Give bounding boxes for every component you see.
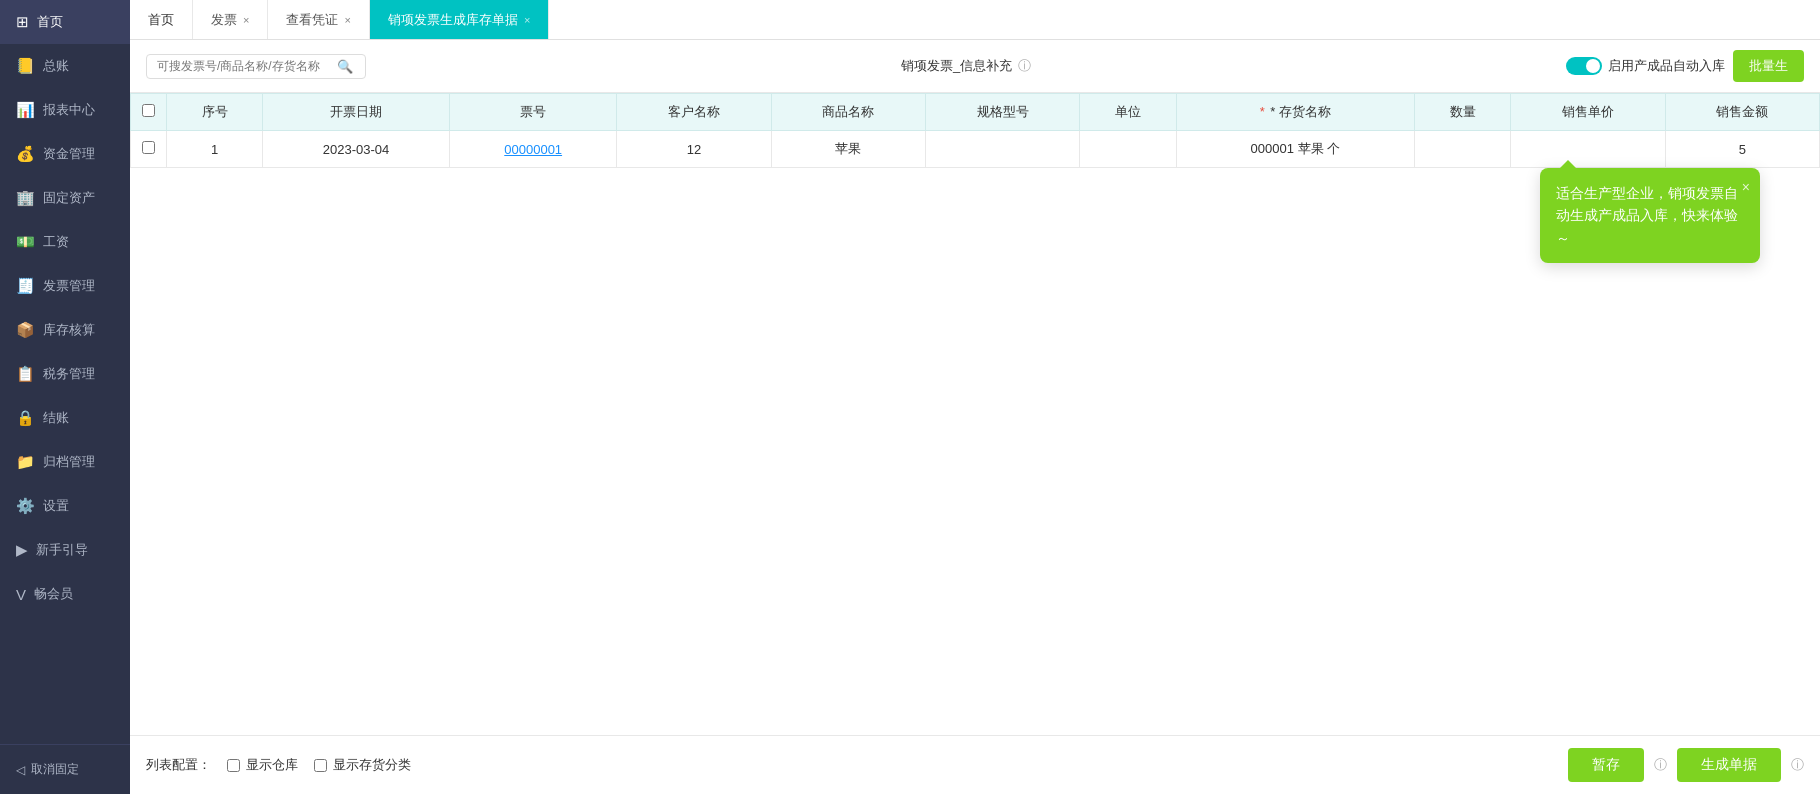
save-button[interactable]: 暂存 [1568,748,1644,782]
main-area: 首页 发票 × 查看凭证 × 销项发票生成库存单据 × 🔍 销项发票_信息补充 … [130,0,1820,794]
sidebar-item-invoice[interactable]: 🧾 发票管理 [0,264,130,308]
col-seq: 序号 [167,94,263,131]
tax-icon: 📋 [16,365,35,383]
tab-home[interactable]: 首页 [130,0,193,39]
show-warehouse-checkbox[interactable] [227,759,240,772]
home-icon: ⊞ [16,13,29,31]
sidebar-item-ledger[interactable]: 📒 总账 [0,44,130,88]
sidebar-item-capital[interactable]: 💰 资金管理 [0,132,130,176]
settings-icon: ⚙️ [16,497,35,515]
auto-warehouse-toggle[interactable] [1566,57,1602,75]
ledger-icon: 📒 [16,57,35,75]
show-category-label: 显示存货分类 [333,756,411,774]
toolbar-center: 销项发票_信息补充 ⓘ [376,57,1556,75]
row-spec [926,131,1080,168]
batch-button[interactable]: 批量生 [1733,50,1804,82]
row-amount: 5 [1665,131,1819,168]
sidebar-item-inventory[interactable]: 📦 库存核算 [0,308,130,352]
table-header-row: 序号 开票日期 票号 客户名称 商品名称 规格型号 单位 * * 存货名称 数量… [131,94,1820,131]
show-category-checkbox[interactable] [314,759,327,772]
sidebar-item-closing[interactable]: 🔒 结账 [0,396,130,440]
col-customer: 客户名称 [617,94,771,131]
col-price: 销售单价 [1511,94,1665,131]
capital-icon: 💰 [16,145,35,163]
list-config-label: 列表配置： [146,756,211,774]
col-goods: 商品名称 [771,94,925,131]
select-all-checkbox[interactable] [142,104,155,117]
toolbar: 🔍 销项发票_信息补充 ⓘ 启用产成品自动入库 批量生 [130,40,1820,93]
sidebar-item-tax[interactable]: 📋 税务管理 [0,352,130,396]
col-stock: * * 存货名称 [1176,94,1414,131]
header-title: 销项发票_信息补充 [901,57,1012,75]
bottom-bar: 列表配置： 显示仓库 显示存货分类 暂存 ⓘ 生成单据 ⓘ [130,735,1820,794]
tooltip-text: 适合生产型企业，销项发票自动生成产成品入库，快来体验～ [1556,185,1738,246]
col-spec: 规格型号 [926,94,1080,131]
payroll-icon: 💵 [16,233,35,251]
guide-icon: ▶ [16,541,28,559]
row-date: 2023-03-04 [263,131,450,168]
row-select-checkbox[interactable] [142,141,155,154]
data-table: 序号 开票日期 票号 客户名称 商品名称 规格型号 单位 * * 存货名称 数量… [130,93,1820,168]
tab-invoice[interactable]: 发票 × [193,0,268,39]
tab-stock-form-close[interactable]: × [524,14,530,26]
generate-help-icon[interactable]: ⓘ [1791,756,1804,774]
show-category-check[interactable]: 显示存货分类 [314,756,411,774]
sidebar: ⊞ 首页 📒 总账 📊 报表中心 💰 资金管理 🏢 固定资产 💵 工资 🧾 发票… [0,0,130,794]
closing-icon: 🔒 [16,409,35,427]
col-amount: 销售金额 [1665,94,1819,131]
sidebar-item-guide[interactable]: ▶ 新手引导 [0,528,130,572]
sidebar-item-settings[interactable]: ⚙️ 设置 [0,484,130,528]
row-price[interactable] [1511,131,1665,168]
bottom-actions: 暂存 ⓘ 生成单据 ⓘ [1568,748,1804,782]
col-unit: 单位 [1080,94,1176,131]
sidebar-item-member[interactable]: V 畅会员 [0,572,130,616]
toggle-wrap: 启用产成品自动入库 [1566,57,1725,75]
report-icon: 📊 [16,101,35,119]
tab-stock-form[interactable]: 销项发票生成库存单据 × [370,0,549,39]
tab-voucher[interactable]: 查看凭证 × [268,0,369,39]
row-seq: 1 [167,131,263,168]
tab-bar: 首页 发票 × 查看凭证 × 销项发票生成库存单据 × [130,0,1820,40]
tab-invoice-close[interactable]: × [243,14,249,26]
generate-button[interactable]: 生成单据 [1677,748,1781,782]
search-icon: 🔍 [337,59,353,74]
tooltip-box: × 适合生产型企业，销项发票自动生成产成品入库，快来体验～ [1540,168,1760,263]
col-number: 票号 [449,94,616,131]
sidebar-item-payroll[interactable]: 💵 工资 [0,220,130,264]
col-qty: 数量 [1415,94,1511,131]
tooltip-close-button[interactable]: × [1742,176,1750,198]
sidebar-item-home[interactable]: ⊞ 首页 [0,0,130,44]
sidebar-item-assets[interactable]: 🏢 固定资产 [0,176,130,220]
row-number[interactable]: 00000001 [449,131,616,168]
pin-icon: ◁ [16,763,25,777]
save-help-icon[interactable]: ⓘ [1654,756,1667,774]
row-customer: 12 [617,131,771,168]
row-stock[interactable]: 000001 苹果 个 [1176,131,1414,168]
toggle-label: 启用产成品自动入库 [1608,57,1725,75]
sidebar-item-report[interactable]: 📊 报表中心 [0,88,130,132]
row-qty[interactable] [1415,131,1511,168]
pin-button[interactable]: ◁ 取消固定 [0,753,130,786]
member-icon: V [16,586,26,603]
show-warehouse-check[interactable]: 显示仓库 [227,756,298,774]
sidebar-item-archive[interactable]: 📁 归档管理 [0,440,130,484]
search-input[interactable] [157,59,337,73]
row-checkbox[interactable] [131,131,167,168]
archive-icon: 📁 [16,453,35,471]
show-warehouse-label: 显示仓库 [246,756,298,774]
toolbar-right: 启用产成品自动入库 批量生 [1566,50,1804,82]
page-content: 🔍 销项发票_信息补充 ⓘ 启用产成品自动入库 批量生 [130,40,1820,794]
assets-icon: 🏢 [16,189,35,207]
col-date: 开票日期 [263,94,450,131]
col-checkbox[interactable] [131,94,167,131]
inventory-icon: 📦 [16,321,35,339]
sidebar-bottom: ◁ 取消固定 [0,744,130,794]
tab-voucher-close[interactable]: × [344,14,350,26]
invoice-icon: 🧾 [16,277,35,295]
row-unit [1080,131,1176,168]
help-icon[interactable]: ⓘ [1018,57,1031,75]
search-box[interactable]: 🔍 [146,54,366,79]
row-goods: 苹果 [771,131,925,168]
